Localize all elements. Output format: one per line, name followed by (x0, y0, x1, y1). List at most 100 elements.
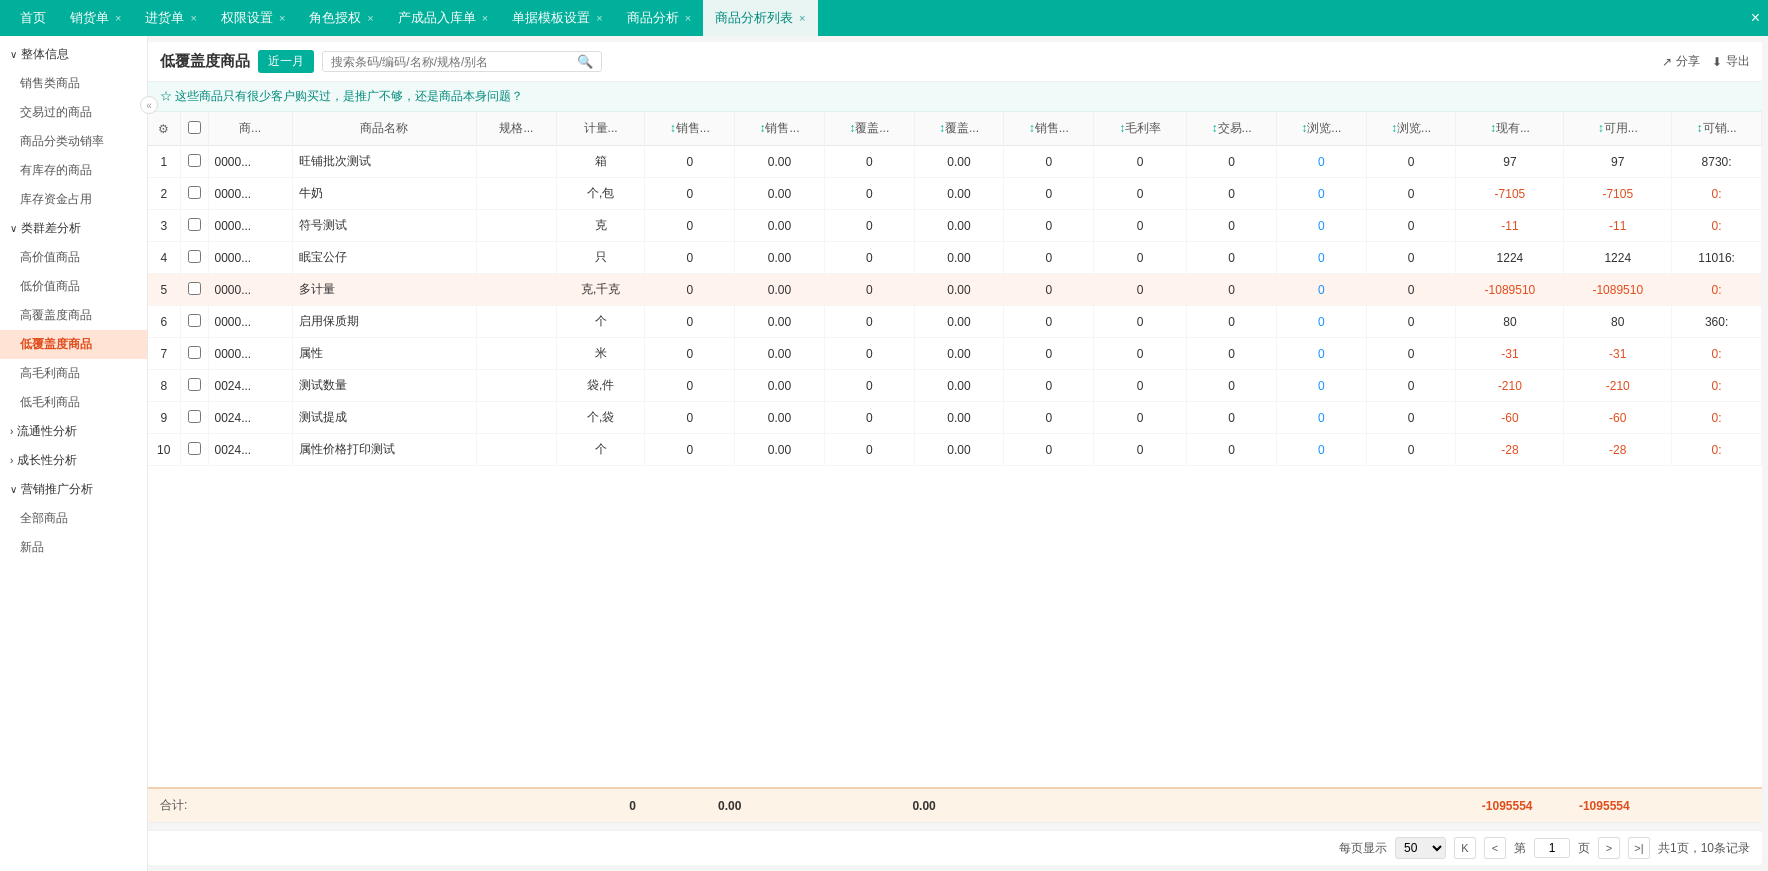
sidebar-item-low-value[interactable]: 低价值商品 (0, 272, 147, 301)
close-all-tabs-button[interactable]: × (1751, 9, 1760, 27)
sidebar-item-stocked-products[interactable]: 有库存的商品 (0, 156, 147, 185)
sidebar-section-cluster[interactable]: ∨ 类群差分析 (0, 214, 147, 243)
close-icon[interactable]: × (685, 12, 691, 24)
sidebar-collapse-button[interactable]: « (140, 96, 158, 114)
row-browse1[interactable]: 0 (1276, 146, 1366, 178)
row-checkbox[interactable] (188, 410, 201, 423)
col-header-gross-rate[interactable]: ↕毛利率 (1094, 112, 1187, 146)
row-checkbox[interactable] (188, 186, 201, 199)
browse1-link[interactable]: 0 (1318, 315, 1325, 329)
col-header-trade[interactable]: ↕交易... (1187, 112, 1277, 146)
row-checkbox-cell[interactable] (180, 210, 208, 242)
col-header-sellable[interactable]: ↕可销... (1672, 112, 1762, 146)
row-checkbox[interactable] (188, 378, 201, 391)
nav-sales-order[interactable]: 销货单 × (58, 0, 133, 36)
close-icon[interactable]: × (115, 12, 121, 24)
row-checkbox-cell[interactable] (180, 242, 208, 274)
col-header-sales-amt[interactable]: ↕销售... (735, 112, 825, 146)
row-checkbox-cell[interactable] (180, 306, 208, 338)
nav-permission-settings[interactable]: 权限设置 × (209, 0, 297, 36)
row-checkbox[interactable] (188, 314, 201, 327)
next-page-button[interactable]: > (1598, 837, 1620, 859)
browse1-link[interactable]: 0 (1318, 187, 1325, 201)
row-browse1[interactable]: 0 (1276, 338, 1366, 370)
nav-role-auth[interactable]: 角色授权 × (297, 0, 385, 36)
row-browse1[interactable]: 0 (1276, 370, 1366, 402)
row-browse1[interactable]: 0 (1276, 242, 1366, 274)
row-browse1[interactable]: 0 (1276, 402, 1366, 434)
row-checkbox[interactable] (188, 250, 201, 263)
close-icon[interactable]: × (596, 12, 602, 24)
row-checkbox-cell[interactable] (180, 370, 208, 402)
last-page-button[interactable]: >| (1628, 837, 1650, 859)
browse1-link[interactable]: 0 (1318, 411, 1325, 425)
col-header-current[interactable]: ↕现有... (1456, 112, 1564, 146)
page-number-input[interactable] (1534, 838, 1570, 858)
sidebar-section-circulation[interactable]: › 流通性分析 (0, 417, 147, 446)
browse1-link[interactable]: 0 (1318, 251, 1325, 265)
sidebar-section-marketing[interactable]: ∨ 营销推广分析 (0, 475, 147, 504)
col-header-coverage2[interactable]: ↕覆盖... (914, 112, 1004, 146)
col-header-spec[interactable]: 规格... (477, 112, 557, 146)
sidebar-item-low-profit[interactable]: 低毛利商品 (0, 388, 147, 417)
sidebar-item-stock-capital[interactable]: 库存资金占用 (0, 185, 147, 214)
col-header-sales-qty[interactable]: ↕销售... (645, 112, 735, 146)
col-header-name[interactable]: 商品名称 (292, 112, 477, 146)
row-checkbox[interactable] (188, 154, 201, 167)
sidebar-item-category-sales-rate[interactable]: 商品分类动销率 (0, 127, 147, 156)
sidebar-item-new-products[interactable]: 新品 (0, 533, 147, 562)
row-checkbox-cell[interactable] (180, 274, 208, 306)
share-button[interactable]: ↗ 分享 (1662, 53, 1700, 70)
select-all-checkbox[interactable] (188, 121, 201, 134)
col-header-browse2[interactable]: ↕浏览... (1366, 112, 1456, 146)
row-checkbox[interactable] (188, 346, 201, 359)
browse1-link[interactable]: 0 (1318, 219, 1325, 233)
sidebar-item-all-products[interactable]: 全部商品 (0, 504, 147, 533)
row-checkbox-cell[interactable] (180, 402, 208, 434)
search-input[interactable] (331, 55, 577, 69)
close-icon[interactable]: × (279, 12, 285, 24)
sidebar-item-high-profit[interactable]: 高毛利商品 (0, 359, 147, 388)
sidebar-item-high-coverage[interactable]: 高覆盖度商品 (0, 301, 147, 330)
sidebar-section-overall[interactable]: ∨ 整体信息 (0, 40, 147, 69)
nav-template-settings[interactable]: 单据模板设置 × (500, 0, 614, 36)
row-checkbox[interactable] (188, 442, 201, 455)
close-icon[interactable]: × (367, 12, 373, 24)
sidebar-item-low-coverage[interactable]: 低覆盖度商品 (0, 330, 147, 359)
row-checkbox-cell[interactable] (180, 338, 208, 370)
col-header-unit[interactable]: 计量... (556, 112, 645, 146)
nav-product-analysis[interactable]: 商品分析 × (615, 0, 703, 36)
browse1-link[interactable]: 0 (1318, 347, 1325, 361)
browse1-link[interactable]: 0 (1318, 443, 1325, 457)
sidebar-item-high-value[interactable]: 高价值商品 (0, 243, 147, 272)
row-checkbox[interactable] (188, 218, 201, 231)
settings-column-header[interactable]: ⚙ (148, 112, 180, 146)
prev-page-button[interactable]: < (1484, 837, 1506, 859)
period-filter-button[interactable]: 近一月 (258, 50, 314, 73)
col-header-available[interactable]: ↕可用... (1564, 112, 1672, 146)
column-settings-icon[interactable]: ⚙ (158, 122, 169, 136)
sidebar-item-traded-products[interactable]: 交易过的商品 (0, 98, 147, 127)
browse1-link[interactable]: 0 (1318, 155, 1325, 169)
close-icon[interactable]: × (799, 12, 805, 24)
browse1-link[interactable]: 0 (1318, 283, 1325, 297)
first-page-button[interactable]: K (1454, 837, 1476, 859)
row-browse1[interactable]: 0 (1276, 210, 1366, 242)
row-browse1[interactable]: 0 (1276, 178, 1366, 210)
sidebar-section-growth[interactable]: › 成长性分析 (0, 446, 147, 475)
row-checkbox-cell[interactable] (180, 434, 208, 466)
row-checkbox-cell[interactable] (180, 178, 208, 210)
nav-product-analysis-list[interactable]: 商品分析列表 × (703, 0, 817, 36)
nav-home[interactable]: 首页 (8, 0, 58, 36)
row-browse1[interactable]: 0 (1276, 306, 1366, 338)
col-header-sales-days[interactable]: ↕销售... (1004, 112, 1094, 146)
horizontal-scrollbar[interactable] (148, 822, 1762, 830)
per-page-select[interactable]: 50 20 100 200 (1395, 837, 1446, 859)
col-header-browse1[interactable]: ↕浏览... (1276, 112, 1366, 146)
row-browse1[interactable]: 0 (1276, 274, 1366, 306)
sidebar-item-sales-products[interactable]: 销售类商品 (0, 69, 147, 98)
row-checkbox[interactable] (188, 282, 201, 295)
col-header-code[interactable]: 商... (208, 112, 292, 146)
nav-product-warehouse[interactable]: 产成品入库单 × (386, 0, 500, 36)
row-browse1[interactable]: 0 (1276, 434, 1366, 466)
